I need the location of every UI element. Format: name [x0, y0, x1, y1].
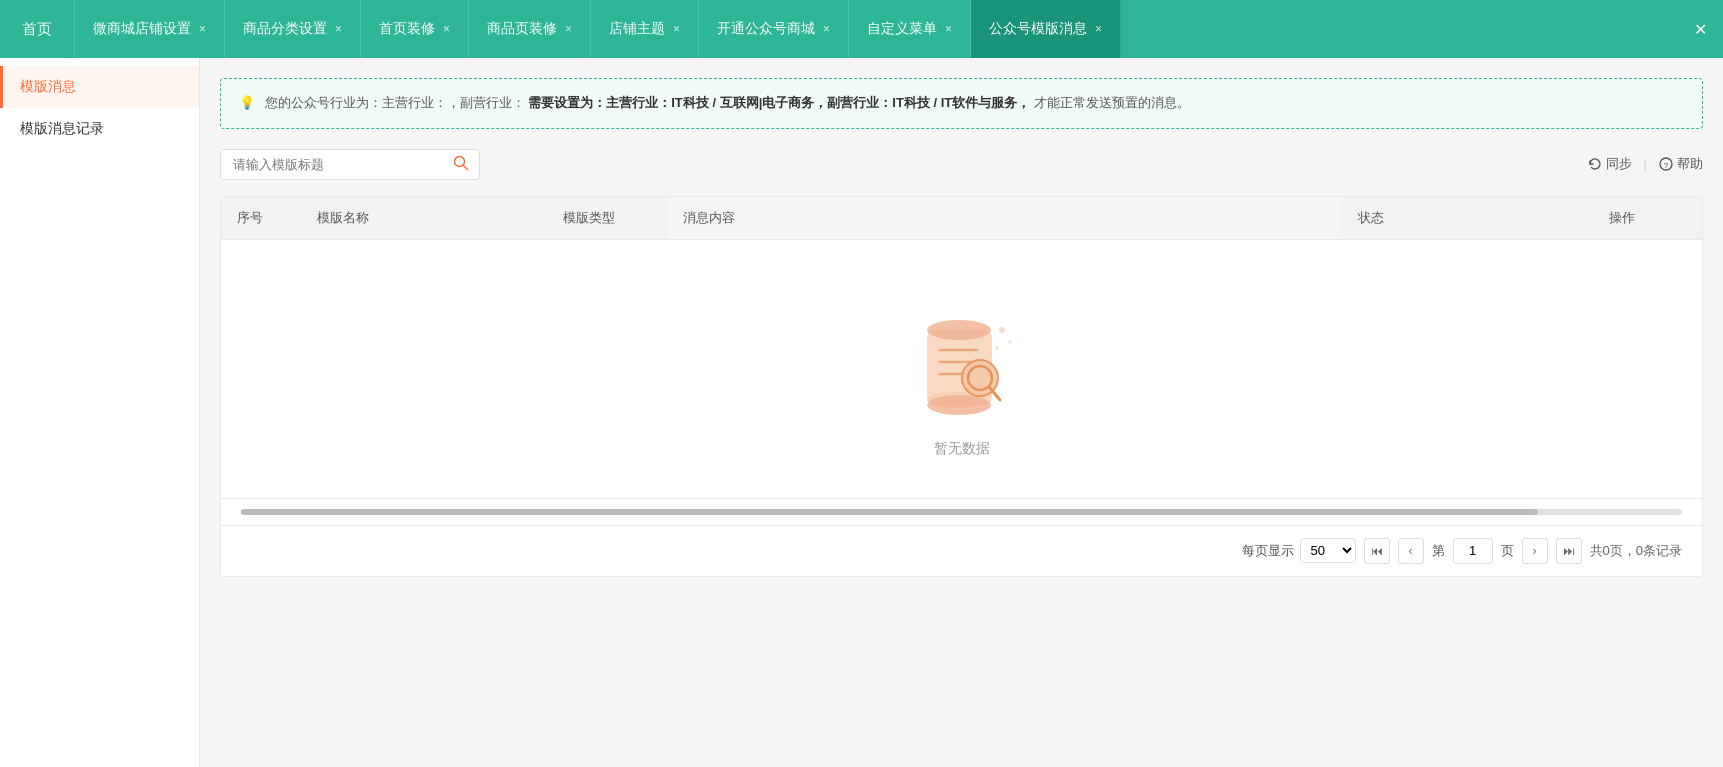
- nav-label-open-mall: 开通公众号商城: [717, 20, 815, 38]
- page-first-button[interactable]: ⏮: [1364, 538, 1390, 564]
- col-name: 模版名称: [301, 197, 547, 239]
- page-last-button[interactable]: ⏭: [1556, 538, 1582, 564]
- pagination: 每页显示 50 10 20 100 ⏮ ‹ 第 页 › ⏭ 共0页，0条记录: [221, 525, 1702, 576]
- nav-close-shop-theme[interactable]: ×: [673, 22, 680, 36]
- svg-point-6: [927, 320, 991, 340]
- toolbar-right: 同步 | ? 帮助: [1588, 155, 1703, 173]
- col-seq: 序号: [221, 197, 301, 239]
- page-prev-button[interactable]: ‹: [1398, 538, 1424, 564]
- empty-illustration: [902, 300, 1022, 420]
- main-layout: 模版消息 模版消息记录 💡 您的公众号行业为：主营行业：，副营行业： 需要设置为…: [0, 58, 1723, 767]
- notice-suffix: 才能正常发送预置的消息。: [1034, 95, 1190, 110]
- search-icon: [453, 155, 469, 171]
- search-bar: 同步 | ? 帮助: [220, 149, 1703, 180]
- nav-item-goods-decor[interactable]: 商品页装修 ×: [469, 0, 591, 58]
- nav-label-custom-menu: 自定义菜单: [867, 20, 937, 38]
- nav-close-template-msg[interactable]: ×: [1095, 22, 1102, 36]
- sync-label: 同步: [1606, 155, 1632, 173]
- nav-item-home[interactable]: 首页: [0, 0, 75, 58]
- notice-highlight: 需要设置为：主营行业：IT科技 / 互联网|电子商务，副营行业：IT科技 / I…: [528, 95, 1030, 110]
- nav-item-home-decor[interactable]: 首页装修 ×: [361, 0, 469, 58]
- nav-label-goods-cat: 商品分类设置: [243, 20, 327, 38]
- search-input-wrap: [220, 149, 480, 180]
- help-button[interactable]: ? 帮助: [1659, 155, 1703, 173]
- per-page-select[interactable]: 50 10 20 100: [1300, 538, 1356, 563]
- toolbar-divider: |: [1644, 157, 1647, 172]
- nav-item-template-msg[interactable]: 公众号模版消息 ×: [971, 0, 1121, 58]
- horizontal-scrollbar-area: [221, 498, 1702, 525]
- help-label: 帮助: [1677, 155, 1703, 173]
- per-page-label: 每页显示: [1242, 542, 1294, 560]
- page-next-button[interactable]: ›: [1522, 538, 1548, 564]
- sidebar-item-template-message-label: 模版消息: [20, 78, 76, 94]
- nav-item-goods-category[interactable]: 商品分类设置 ×: [225, 0, 361, 58]
- svg-line-1: [464, 165, 468, 169]
- col-status: 状态: [1342, 197, 1542, 239]
- horizontal-scrollbar[interactable]: [241, 509, 1682, 515]
- page-input[interactable]: [1453, 538, 1493, 564]
- notice-box: 💡 您的公众号行业为：主营行业：，副营行业： 需要设置为：主营行业：IT科技 /…: [220, 78, 1703, 129]
- page-suffix: 页: [1501, 542, 1514, 560]
- svg-point-14: [999, 327, 1005, 333]
- nav-label-wshop: 微商城店铺设置: [93, 20, 191, 38]
- sync-button[interactable]: 同步: [1588, 155, 1632, 173]
- nav-close-goods-cat[interactable]: ×: [335, 22, 342, 36]
- help-icon: ?: [1659, 157, 1673, 171]
- table-header: 序号 模版名称 模版类型 消息内容 状态 操作: [221, 197, 1702, 240]
- notice-icon: 💡: [239, 95, 255, 110]
- page-label: 第: [1432, 542, 1445, 560]
- notice-prefix: 您的公众号行业为：主营行业：，副营行业：: [265, 95, 525, 110]
- per-page-wrap: 每页显示 50 10 20 100: [1242, 538, 1356, 563]
- nav-label-home-decor: 首页装修: [379, 20, 435, 38]
- nav-item-home-label: 首页: [22, 20, 52, 39]
- page-total: 共0页，0条记录: [1590, 542, 1682, 560]
- search-input[interactable]: [221, 150, 443, 179]
- nav-close-goods-decor[interactable]: ×: [565, 22, 572, 36]
- nav-close-open-mall[interactable]: ×: [823, 22, 830, 36]
- col-ops: 操作: [1542, 197, 1702, 239]
- search-button[interactable]: [443, 155, 479, 174]
- data-table: 序号 模版名称 模版类型 消息内容 状态 操作: [220, 196, 1703, 577]
- col-content: 消息内容: [667, 197, 1342, 239]
- sidebar-item-template-message-log[interactable]: 模版消息记录: [0, 108, 199, 150]
- top-nav: 首页 微商城店铺设置 × 商品分类设置 × 首页装修 × 商品页装修 × 店铺主…: [0, 0, 1723, 58]
- nav-close-wshop[interactable]: ×: [199, 22, 206, 36]
- nav-label-shop-theme: 店铺主题: [609, 20, 665, 38]
- nav-label-template-msg: 公众号模版消息: [989, 20, 1087, 38]
- nav-close-home-decor[interactable]: ×: [443, 22, 450, 36]
- svg-point-16: [995, 346, 999, 350]
- nav-label-goods-decor: 商品页装修: [487, 20, 557, 38]
- col-type: 模版类型: [547, 197, 667, 239]
- sidebar: 模版消息 模版消息记录: [0, 58, 200, 767]
- nav-item-open-mall[interactable]: 开通公众号商城 ×: [699, 0, 849, 58]
- nav-close-custom-menu[interactable]: ×: [945, 22, 952, 36]
- nav-item-wshop-setting[interactable]: 微商城店铺设置 ×: [75, 0, 225, 58]
- sidebar-item-template-message[interactable]: 模版消息: [0, 66, 199, 108]
- svg-point-15: [1008, 340, 1012, 344]
- svg-text:?: ?: [1664, 161, 1669, 170]
- nav-item-shop-theme[interactable]: 店铺主题 ×: [591, 0, 699, 58]
- content-area: 💡 您的公众号行业为：主营行业：，副营行业： 需要设置为：主营行业：IT科技 /…: [200, 58, 1723, 767]
- sidebar-item-template-log-label: 模版消息记录: [20, 120, 104, 136]
- nav-close-all-button[interactable]: ✕: [1678, 0, 1723, 58]
- empty-text: 暂无数据: [934, 440, 990, 458]
- empty-state: 暂无数据: [221, 240, 1702, 498]
- scrollbar-thumb: [241, 509, 1538, 515]
- svg-point-7: [927, 395, 991, 415]
- sync-icon: [1588, 157, 1602, 171]
- nav-item-custom-menu[interactable]: 自定义菜单 ×: [849, 0, 971, 58]
